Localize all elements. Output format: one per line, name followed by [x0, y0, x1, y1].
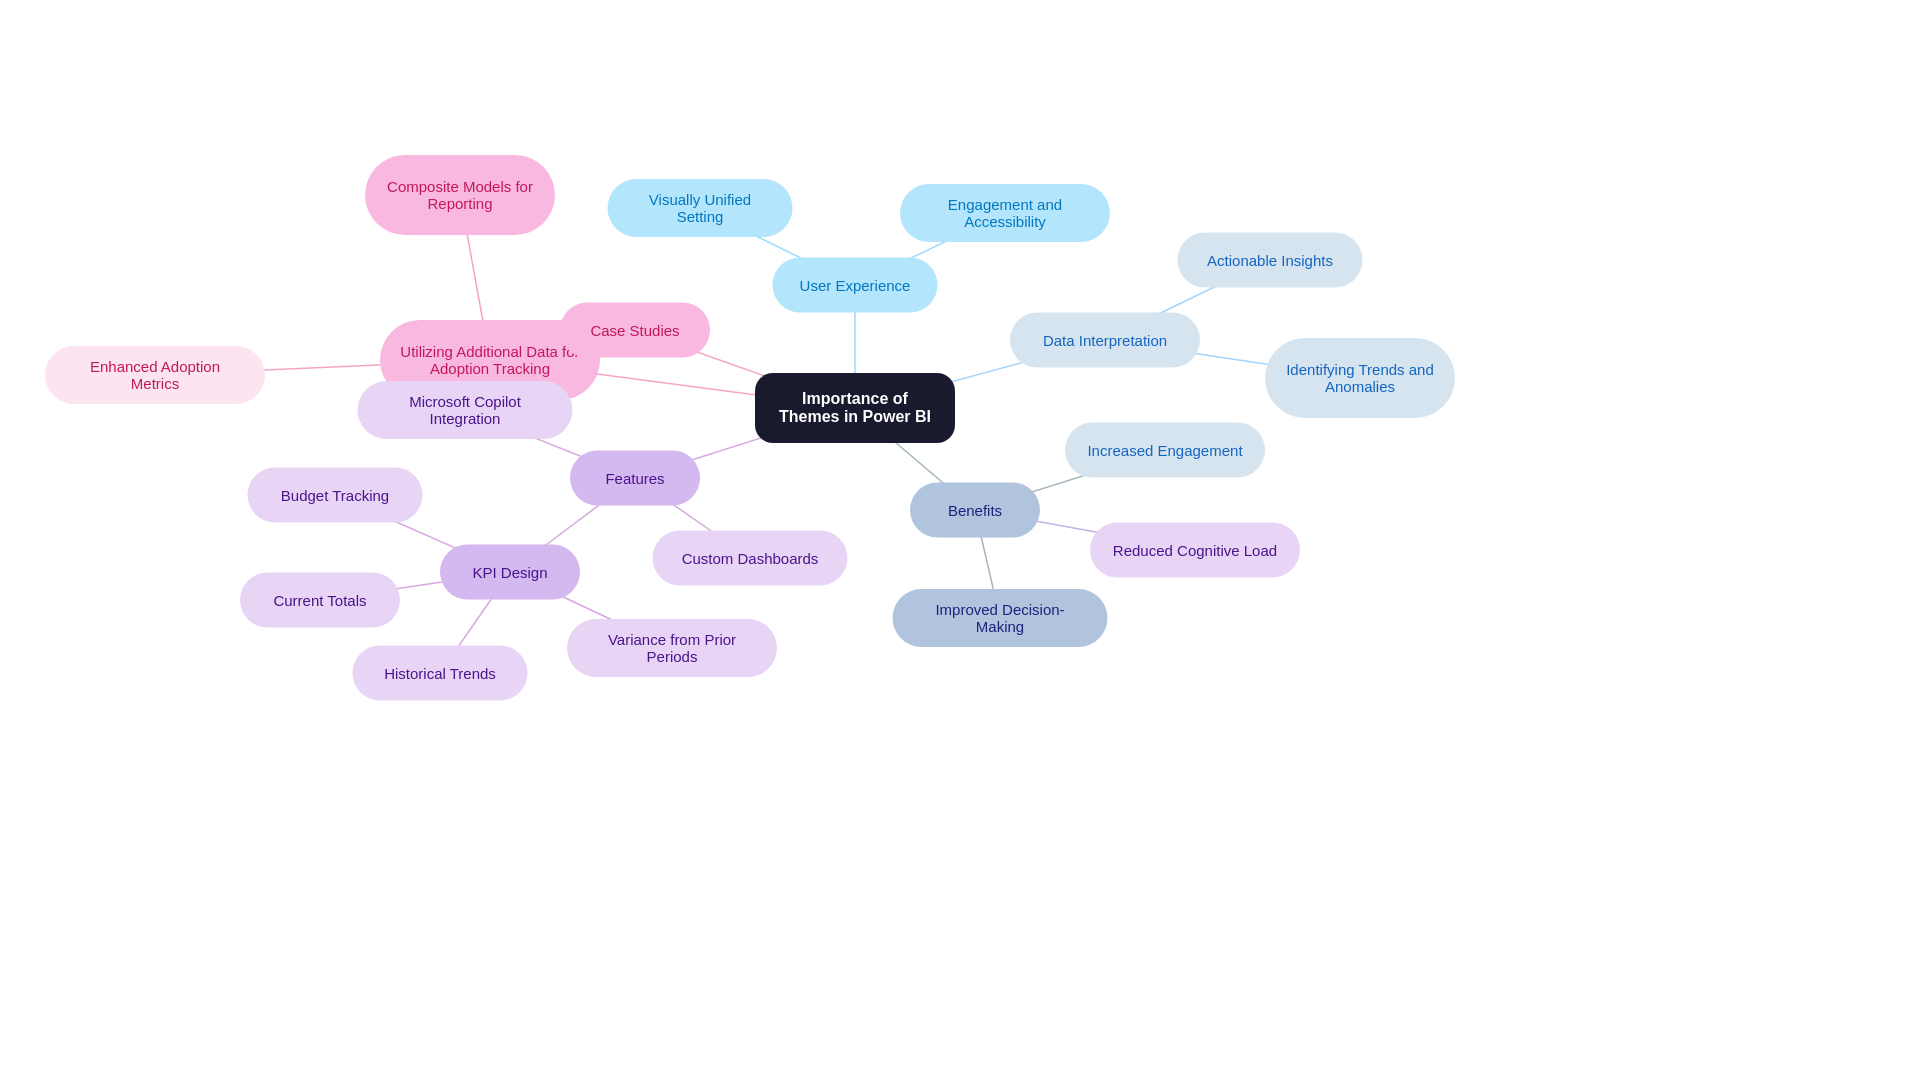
- node-reduced: Reduced Cognitive Load: [1090, 523, 1300, 578]
- node-increased: Increased Engagement: [1065, 423, 1265, 478]
- node-ms_copilot: Microsoft Copilot Integration: [358, 381, 573, 439]
- node-features: Features: [570, 451, 700, 506]
- connections-svg: [0, 0, 1920, 1083]
- node-user_experience: User Experience: [773, 258, 938, 313]
- node-engagement_acc: Engagement and Accessibility: [900, 184, 1110, 242]
- node-custom_dash: Custom Dashboards: [653, 531, 848, 586]
- mindmap-container: Importance of Themes in Power BI Composit…: [0, 0, 1920, 1083]
- node-variance: Variance from Prior Periods: [567, 619, 777, 677]
- node-kpi_design: KPI Design: [440, 545, 580, 600]
- node-case_studies: Case Studies: [560, 303, 710, 358]
- center-node: Importance of Themes in Power BI: [755, 373, 955, 443]
- node-actionable: Actionable Insights: [1178, 233, 1363, 288]
- node-identifying: Identifying Trends and Anomalies: [1265, 338, 1455, 418]
- node-benefits: Benefits: [910, 483, 1040, 538]
- node-improved: Improved Decision-Making: [893, 589, 1108, 647]
- node-visually: Visually Unified Setting: [608, 179, 793, 237]
- node-budget: Budget Tracking: [248, 468, 423, 523]
- node-current_totals: Current Totals: [240, 573, 400, 628]
- node-enhanced: Enhanced Adoption Metrics: [45, 346, 265, 404]
- node-data_interp: Data Interpretation: [1010, 313, 1200, 368]
- node-composite: Composite Models for Reporting: [365, 155, 555, 235]
- node-historical: Historical Trends: [353, 646, 528, 701]
